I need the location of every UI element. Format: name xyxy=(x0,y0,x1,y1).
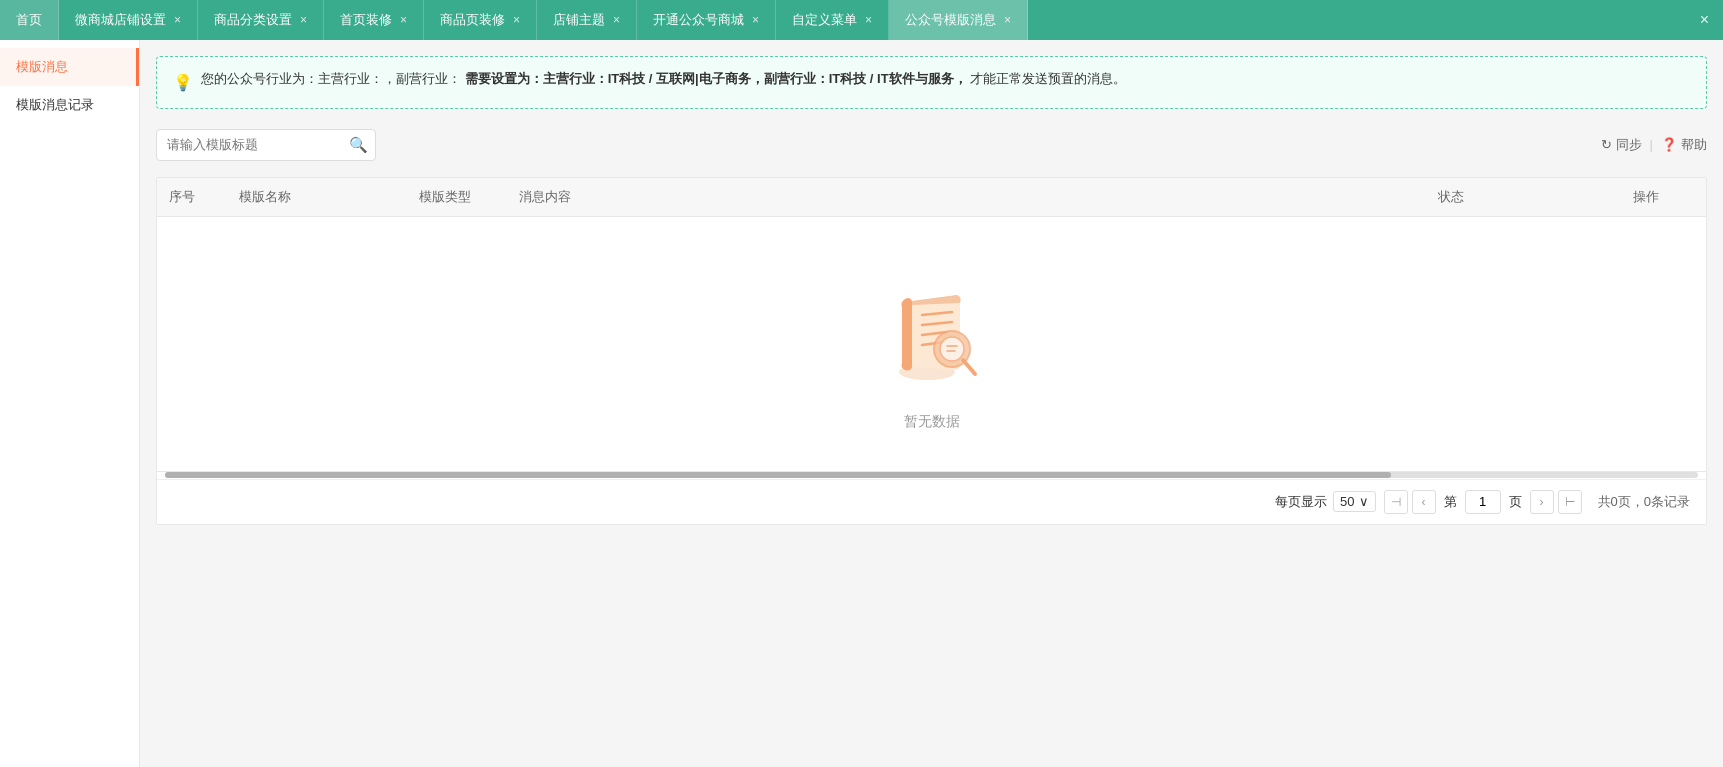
page-nav: ⊣ ‹ 第 页 › ⊢ xyxy=(1384,490,1582,514)
last-page-button[interactable]: ⊢ xyxy=(1558,490,1582,514)
notice-highlight: 需要设置为：主营行业：IT科技 / 互联网|电子商务，副营行业：IT科技 / I… xyxy=(465,71,967,86)
tab-home-decor-close[interactable]: × xyxy=(400,13,407,27)
table-header: 序号 模版名称 模版类型 消息内容 状态 操作 xyxy=(157,178,1706,217)
empty-text: 暂无数据 xyxy=(904,413,960,431)
tab-open-shop[interactable]: 开通公众号商城 × xyxy=(637,0,776,40)
search-input[interactable] xyxy=(156,129,376,161)
sidebar: 模版消息 模版消息记录 xyxy=(0,40,140,767)
prev-page-button[interactable]: ‹ xyxy=(1412,490,1436,514)
sidebar-item-template-msg-label: 模版消息 xyxy=(16,59,68,74)
horizontal-scrollbar[interactable] xyxy=(157,471,1706,479)
empty-illustration xyxy=(872,277,992,397)
page-word: 第 xyxy=(1444,493,1457,511)
tab-product-decor-close[interactable]: × xyxy=(513,13,520,27)
scrollbar-track xyxy=(165,472,1698,478)
close-all-tabs-button[interactable]: × xyxy=(1686,11,1723,29)
search-button[interactable]: 🔍 xyxy=(349,136,368,154)
content-area: 💡 您的公众号行业为：主营行业：，副营行业： 需要设置为：主营行业：IT科技 /… xyxy=(140,40,1723,767)
page-size-select: 每页显示 50 ∨ xyxy=(1275,491,1375,512)
tab-wechat-shop-close[interactable]: × xyxy=(174,13,181,27)
sidebar-item-template-record-label: 模版消息记录 xyxy=(16,97,94,112)
page-size-dropdown[interactable]: 50 ∨ xyxy=(1333,491,1375,512)
th-seq: 序号 xyxy=(157,178,227,216)
th-status: 状态 xyxy=(1426,178,1586,216)
help-label: 帮助 xyxy=(1681,136,1707,154)
sync-label: 同步 xyxy=(1616,136,1642,154)
sync-button[interactable]: ↻ 同步 xyxy=(1601,136,1642,154)
page-total: 共0页，0条记录 xyxy=(1598,493,1690,511)
tab-template-msg-label: 公众号模版消息 xyxy=(905,11,996,29)
sync-icon: ↻ xyxy=(1601,137,1612,152)
page-unit: 页 xyxy=(1509,493,1522,511)
tab-category[interactable]: 商品分类设置 × xyxy=(198,0,324,40)
tab-open-shop-close[interactable]: × xyxy=(752,13,759,27)
pagination: 每页显示 50 ∨ ⊣ ‹ 第 页 › ⊢ 共0页，0条记录 xyxy=(157,479,1706,524)
tab-shop-theme-label: 店铺主题 xyxy=(553,11,605,29)
tab-home-decor-label: 首页装修 xyxy=(340,11,392,29)
tab-product-decor[interactable]: 商品页装修 × xyxy=(424,0,537,40)
tab-home-decor[interactable]: 首页装修 × xyxy=(324,0,424,40)
empty-state: 暂无数据 xyxy=(157,217,1706,471)
sidebar-item-template-msg[interactable]: 模版消息 xyxy=(0,48,139,86)
main-layout: 模版消息 模版消息记录 💡 您的公众号行业为：主营行业：，副营行业： 需要设置为… xyxy=(0,40,1723,767)
tab-product-decor-label: 商品页装修 xyxy=(440,11,505,29)
tab-bar: 首页 微商城店铺设置 × 商品分类设置 × 首页装修 × 商品页装修 × 店铺主… xyxy=(0,0,1723,40)
tab-custom-menu[interactable]: 自定义菜单 × xyxy=(776,0,889,40)
tab-wechat-shop[interactable]: 微商城店铺设置 × xyxy=(59,0,198,40)
search-bar: 🔍 ↻ 同步 | ❓ 帮助 xyxy=(156,129,1707,161)
tab-shop-theme-close[interactable]: × xyxy=(613,13,620,27)
th-name: 模版名称 xyxy=(227,178,407,216)
help-button[interactable]: ❓ 帮助 xyxy=(1661,136,1707,154)
tab-home-label: 首页 xyxy=(16,11,42,29)
tab-template-msg-close[interactable]: × xyxy=(1004,13,1011,27)
tab-custom-menu-close[interactable]: × xyxy=(865,13,872,27)
notice-text: 您的公众号行业为：主营行业：，副营行业： 需要设置为：主营行业：IT科技 / 互… xyxy=(201,69,1126,90)
tab-category-label: 商品分类设置 xyxy=(214,11,292,29)
notice-prefix: 您的公众号行业为：主营行业：，副营行业： xyxy=(201,71,461,86)
svg-point-6 xyxy=(940,337,964,361)
data-table: 序号 模版名称 模版类型 消息内容 状态 操作 xyxy=(156,177,1707,525)
notice-icon: 💡 xyxy=(173,70,193,96)
first-page-button[interactable]: ⊣ xyxy=(1384,490,1408,514)
th-action: 操作 xyxy=(1586,178,1706,216)
search-input-wrap: 🔍 xyxy=(156,129,376,161)
scrollbar-thumb xyxy=(165,472,1391,478)
page-number-input[interactable] xyxy=(1465,490,1501,514)
svg-line-7 xyxy=(963,360,975,374)
dropdown-arrow-icon: ∨ xyxy=(1359,494,1369,509)
tab-custom-menu-label: 自定义菜单 xyxy=(792,11,857,29)
next-page-button[interactable]: › xyxy=(1530,490,1554,514)
notice-box: 💡 您的公众号行业为：主营行业：，副营行业： 需要设置为：主营行业：IT科技 /… xyxy=(156,56,1707,109)
sidebar-item-template-record[interactable]: 模版消息记录 xyxy=(0,86,139,124)
tab-wechat-shop-label: 微商城店铺设置 xyxy=(75,11,166,29)
toolbar-right: ↻ 同步 | ❓ 帮助 xyxy=(1601,136,1707,154)
tab-open-shop-label: 开通公众号商城 xyxy=(653,11,744,29)
page-size-label: 每页显示 xyxy=(1275,493,1327,511)
toolbar-divider: | xyxy=(1650,137,1653,152)
page-size-value: 50 xyxy=(1340,494,1354,509)
th-content: 消息内容 xyxy=(507,178,1426,216)
tab-shop-theme[interactable]: 店铺主题 × xyxy=(537,0,637,40)
th-type: 模版类型 xyxy=(407,178,507,216)
tab-home[interactable]: 首页 xyxy=(0,0,59,40)
notice-suffix: 才能正常发送预置的消息。 xyxy=(970,71,1126,86)
tab-template-msg[interactable]: 公众号模版消息 × xyxy=(889,0,1028,40)
help-icon: ❓ xyxy=(1661,137,1677,152)
tab-category-close[interactable]: × xyxy=(300,13,307,27)
